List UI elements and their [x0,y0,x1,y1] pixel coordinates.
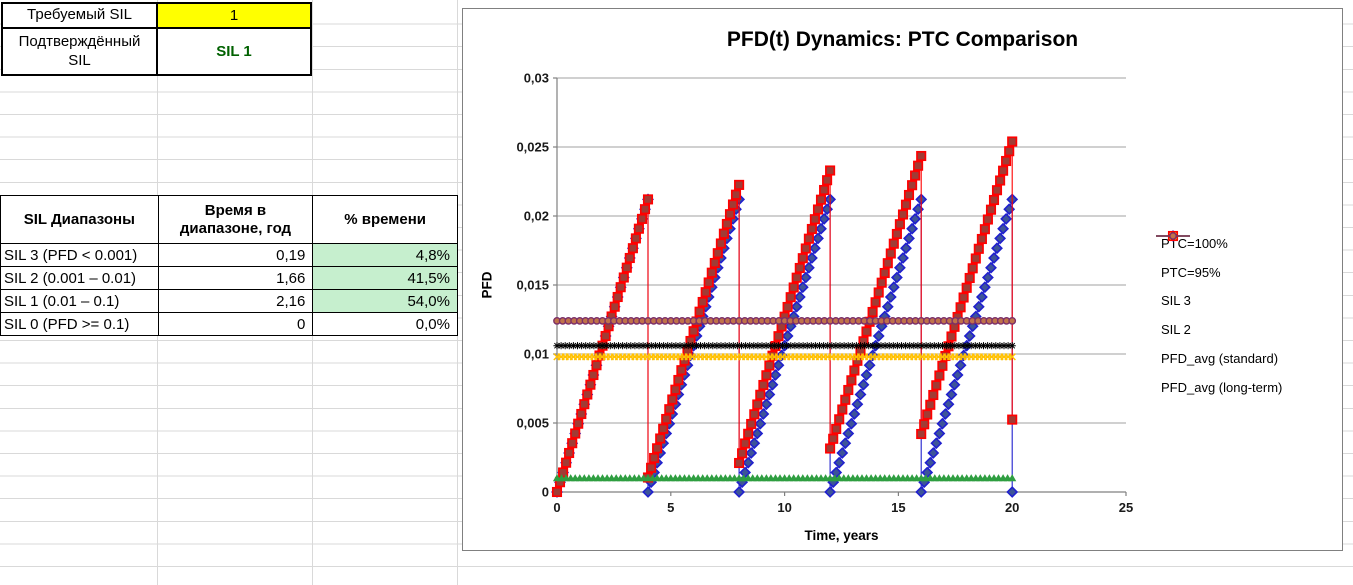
range-cell[interactable]: SIL 1 (0.01 – 0.1) [1,290,159,313]
legend-label: SIL 3 [1161,293,1191,309]
x-tick-label: 5 [667,500,674,515]
y-tick-label: 0,03 [524,71,549,86]
time-cell[interactable]: 2,16 [158,290,314,313]
ranges-header-cell[interactable]: SIL Диапазоны [1,196,159,244]
confirmed-sil-value-cell[interactable]: SIL 1 [158,29,310,74]
table-row: SIL 1 (0.01 – 0.1) 2,16 54,0% [1,290,458,313]
sil-summary-table: Требуемый SIL 1 Подтверждённый SIL SIL 1 [1,2,312,76]
legend-label: SIL 2 [1161,322,1191,338]
legend-item-sil-3[interactable]: SIL 3 [1155,231,1282,316]
y-axis-title[interactable]: PFD [480,272,495,299]
range-cell[interactable]: SIL 2 (0.001 – 0.01) [1,267,159,290]
y-tick-label: 0,015 [516,278,549,293]
time-cell[interactable]: 0 [158,313,314,336]
pct-cell[interactable]: 4,8% [313,244,458,267]
chart-title[interactable]: PFD(t) Dynamics: PTC Comparison [463,28,1342,52]
table-row: SIL 0 (PFD >= 0.1) 0 0,0% [1,313,458,336]
pct-cell[interactable]: 41,5% [313,267,458,290]
y-tick-label: 0,02 [524,209,549,224]
series-pfd-avg-standard[interactable] [553,342,1016,350]
pct-cell[interactable]: 0,0% [313,313,458,336]
sil-ranges-table: SIL Диапазоны Время в диапазоне, год % в… [0,195,458,336]
confirmed-sil-label-cell[interactable]: Подтверждённый SIL [3,29,158,74]
legend-item-pfd-avg-standard[interactable]: PFD_avg (standard) [1155,232,1282,373]
legend-label: PTC=95% [1161,264,1221,280]
x-tick-label: 25 [1119,500,1133,515]
x-tick-label: 20 [1005,500,1019,515]
table-row: SIL 2 (0.001 – 0.01) 1,66 41,5% [1,267,458,290]
range-cell[interactable]: SIL 3 (PFD < 0.001) [1,244,159,267]
y-tick-label: 0,025 [516,140,549,155]
time-cell[interactable]: 1,66 [158,267,314,290]
x-axis-title[interactable]: Time, years [557,528,1126,543]
x-tick-label: 15 [891,500,905,515]
legend-item-pfd-avg-long-term[interactable]: PFD_avg (long-term) [1155,232,1283,402]
y-tick-label: 0 [542,485,549,500]
table-row: SIL 3 (PFD < 0.001) 0,19 4,8% [1,244,458,267]
pct-cell[interactable]: 54,0% [313,290,458,313]
pfd-chart-area[interactable]: 0 0,005 0,01 0,015 0,02 0,025 0,03 0 5 10 15 20 25 P… [462,8,1343,551]
y-tick-label: 0,005 [516,416,549,431]
x-tick-label: 10 [777,500,791,515]
axes: 0 0,005 0,01 0,015 0,02 0,025 0,03 0 5 10 15 20 25 [516,71,1133,516]
required-sil-label-cell[interactable]: Требуемый SIL [3,4,158,27]
x-tick-label: 0 [553,500,560,515]
legend-item-sil-2[interactable]: SIL 2 [1155,232,1282,344]
required-sil-value-cell[interactable]: 1 [158,4,310,27]
gridlines [557,77,1126,424]
range-cell[interactable]: SIL 0 (PFD >= 0.1) [1,313,159,336]
series-sil-3[interactable] [552,474,1017,482]
time-header-cell[interactable]: Время в диапазоне, год [158,196,314,244]
legend-label: PFD_avg (standard) [1161,351,1279,367]
chart-legend: PTC=100% PTC=95% SIL 3 SIL 2 PFD_avg (standa… [1155,229,1282,402]
legend-label: PFD_avg (long-term) [1161,379,1283,395]
series-ptc-95[interactable] [551,136,1018,498]
pct-header-cell[interactable]: % времени [313,196,458,244]
time-cell[interactable]: 0,19 [158,244,314,267]
y-tick-label: 0,01 [524,347,549,362]
series-pfd-avg-long-term[interactable] [553,316,1017,325]
legend-marker-circle-icon [1156,232,1190,240]
legend-item-ptc-95[interactable]: PTC=95% [1155,230,1282,287]
